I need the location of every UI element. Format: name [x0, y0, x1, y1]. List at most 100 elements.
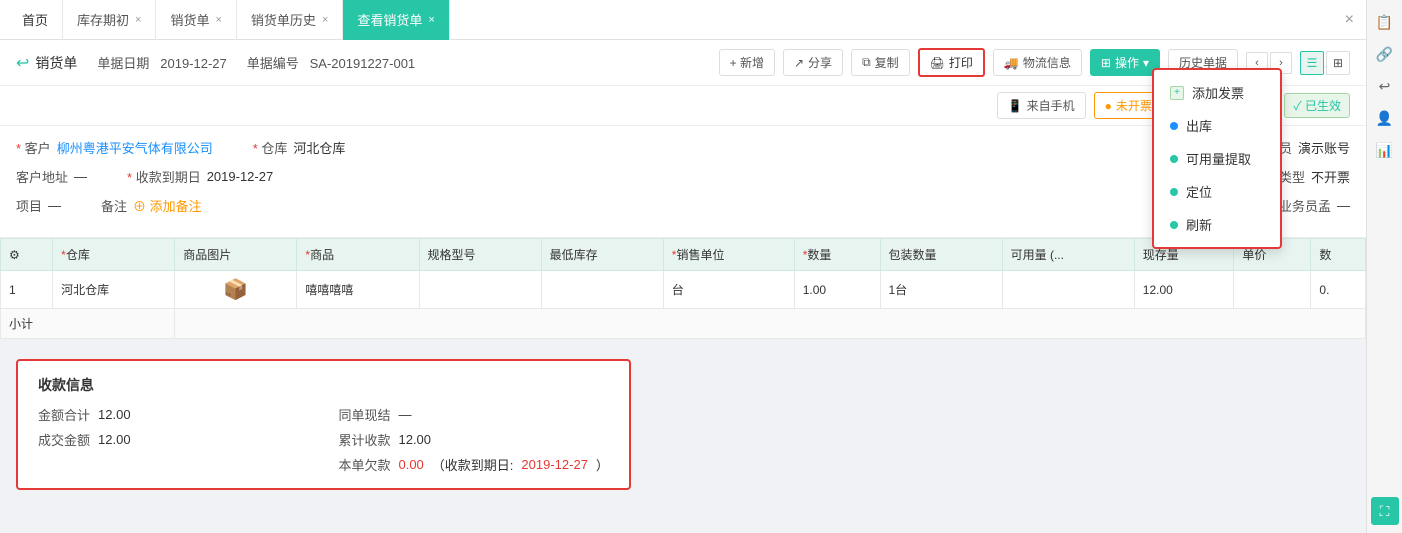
col-image: 商品图片 [175, 239, 297, 271]
operations-button[interactable]: ⊞ 操作 ▾ [1090, 49, 1160, 76]
tab-view-sales[interactable]: 查看销货单 × [343, 0, 449, 40]
window-close-button[interactable]: × [1345, 11, 1354, 29]
table-row: 1 河北仓库 📦 嘻嘻嘻嘻 台 1.00 1台 12.00 0. [1, 271, 1366, 309]
col-qty: *数量 [794, 239, 880, 271]
table-wrapper: ⚙ *仓库 商品图片 *商品 规格型号 最低库存 *销售单位 *数量 包装数量 … [0, 237, 1366, 339]
print-button[interactable]: 🖨 打印 [918, 48, 985, 77]
staff-value: 演示账号 [1298, 138, 1350, 157]
tab-sales-history-close[interactable]: × [322, 14, 328, 26]
sidebar-icon-5[interactable]: 📊 [1371, 136, 1399, 164]
address-field: 客户地址 — [16, 167, 87, 186]
col-warehouse: *仓库 [53, 239, 175, 271]
copy-icon: ⧉ [862, 55, 871, 70]
sidebar-icon-1[interactable]: 📋 [1371, 8, 1399, 36]
warehouse-field: 仓库 河北仓库 [253, 138, 346, 157]
tab-sales-history[interactable]: 销货单历史 × [237, 0, 343, 40]
operations-dropdown: + 添加发票 出库 可用量提取 定位 刷新 [1152, 68, 1282, 249]
from-mobile-button[interactable]: 📱 来自手机 [997, 92, 1086, 119]
available-qty-icon [1170, 155, 1178, 163]
doc-title: ↩ 销货单 [16, 53, 77, 73]
total-amount-item: 金额合计 12.00 [38, 405, 308, 424]
row-other: 0. [1311, 271, 1366, 309]
row-warehouse: 河北仓库 [53, 271, 175, 309]
sidebar-icon-2[interactable]: 🔗 [1371, 40, 1399, 68]
truck-icon: 🚚 [1004, 56, 1019, 70]
balance-full-item: 本单欠款 0.00 （收款到期日: 2019-12-27 ） [338, 455, 608, 474]
col-other: 数 [1311, 239, 1366, 271]
tab-inventory-init[interactable]: 库存期初 × [63, 0, 156, 40]
right-sidebar: 📋 🔗 ↩ 👤 📊 ⛶ [1366, 0, 1402, 533]
grid-view-button[interactable]: ⊞ [1326, 51, 1350, 75]
warehouse-value: 河北仓库 [293, 138, 345, 157]
address-value: — [74, 169, 87, 184]
note-field: 备注 ⊕ 添加备注 [101, 196, 202, 215]
copy-button[interactable]: ⧉ 复制 [851, 49, 910, 76]
row-unit: 台 [663, 271, 794, 309]
locate-icon [1170, 188, 1178, 196]
dropdown-locate[interactable]: 定位 [1154, 175, 1280, 208]
note-label: 备注 [101, 196, 127, 215]
row-image: 📦 [175, 271, 297, 309]
chevron-down-icon: ▾ [1143, 56, 1149, 70]
total-amount-label: 金额合计 [38, 405, 90, 424]
settings-icon[interactable]: ⚙ [9, 248, 20, 262]
project-label: 项目 [16, 196, 42, 215]
row-available [1002, 271, 1134, 309]
row-min-stock [541, 271, 663, 309]
add-note-button[interactable]: ⊕ 添加备注 [133, 196, 202, 215]
customer-field: 客户 柳州粤港平安气体有限公司 [16, 138, 213, 157]
sidebar-icon-3[interactable]: ↩ [1371, 72, 1399, 100]
tab-home[interactable]: 首页 [8, 0, 63, 40]
project-value: — [48, 198, 61, 213]
payment-title: 收款信息 [38, 375, 609, 395]
tab-view-sales-close[interactable]: × [428, 14, 434, 26]
due-date-value: 2019-12-27 [207, 169, 274, 184]
form-row-1: 客户 柳州粤港平安气体有限公司 仓库 河北仓库 业务员 演示账号 [16, 138, 1350, 157]
customer-value[interactable]: 柳州粤港平安气体有限公司 [57, 138, 213, 157]
effective-tag: ✓ 已生效 [1284, 93, 1350, 118]
tab-sales-order-close[interactable]: × [215, 14, 221, 26]
row-pack-qty: 1台 [880, 271, 1002, 309]
tab-bar: 首页 库存期初 × 销货单 × 销货单历史 × 查看销货单 × × [0, 0, 1366, 40]
sales-rep-value: — [1337, 198, 1350, 213]
dropdown-refresh[interactable]: 刷新 [1154, 208, 1280, 241]
sidebar-icon-4[interactable]: 👤 [1371, 104, 1399, 132]
cumulative-label: 累计收款 [338, 430, 390, 449]
project-field: 项目 — [16, 196, 61, 215]
share-button[interactable]: ↗ 分享 [783, 49, 843, 76]
ticket-icon: ● [1105, 99, 1112, 113]
mobile-icon: 📱 [1008, 99, 1023, 113]
dropdown-available-qty[interactable]: 可用量提取 [1154, 142, 1280, 175]
row-spec [419, 271, 541, 309]
tab-inventory-init-close[interactable]: × [135, 14, 141, 26]
page-container: 首页 库存期初 × 销货单 × 销货单历史 × 查看销货单 × × [0, 0, 1402, 533]
subtotal-values [175, 309, 1366, 339]
list-view-button[interactable]: ☰ [1300, 51, 1324, 75]
col-spec: 规格型号 [419, 239, 541, 271]
dropdown-outbound[interactable]: 出库 [1154, 109, 1280, 142]
new-button[interactable]: + 新增 [719, 49, 775, 76]
same-order-label: 同单现结 [338, 405, 390, 424]
logistics-button[interactable]: 🚚 物流信息 [993, 49, 1082, 76]
transaction-amount-item: 成交金额 12.00 [38, 430, 308, 449]
row-product: 嘻嘻嘻嘻 [297, 271, 419, 309]
tab-sales-order[interactable]: 销货单 × [156, 0, 236, 40]
dropdown-add-invoice[interactable]: + 添加发票 [1154, 76, 1280, 109]
balance-date: 2019-12-27 [521, 457, 588, 472]
sidebar-expand-button[interactable]: ⛶ [1371, 497, 1399, 525]
transaction-amount-value: 12.00 [98, 432, 131, 447]
view-buttons: ☰ ⊞ [1300, 51, 1350, 75]
row-current-stock: 12.00 [1134, 271, 1234, 309]
col-pack-qty: 包装数量 [880, 239, 1002, 271]
row-qty: 1.00 [794, 271, 880, 309]
doc-title-text: 销货单 [35, 53, 77, 73]
warehouse-label: 仓库 [253, 138, 288, 157]
col-product: *商品 [297, 239, 419, 271]
subtotal-row: 小计 [1, 309, 1366, 339]
col-gear: ⚙ [1, 239, 53, 271]
balance-note-end: ） [596, 455, 609, 474]
grid-icon: ⊞ [1101, 56, 1111, 70]
balance-value: 0.00 [398, 457, 423, 472]
share-icon: ↗ [794, 56, 804, 70]
cumulative-item: 累计收款 12.00 [338, 430, 608, 449]
